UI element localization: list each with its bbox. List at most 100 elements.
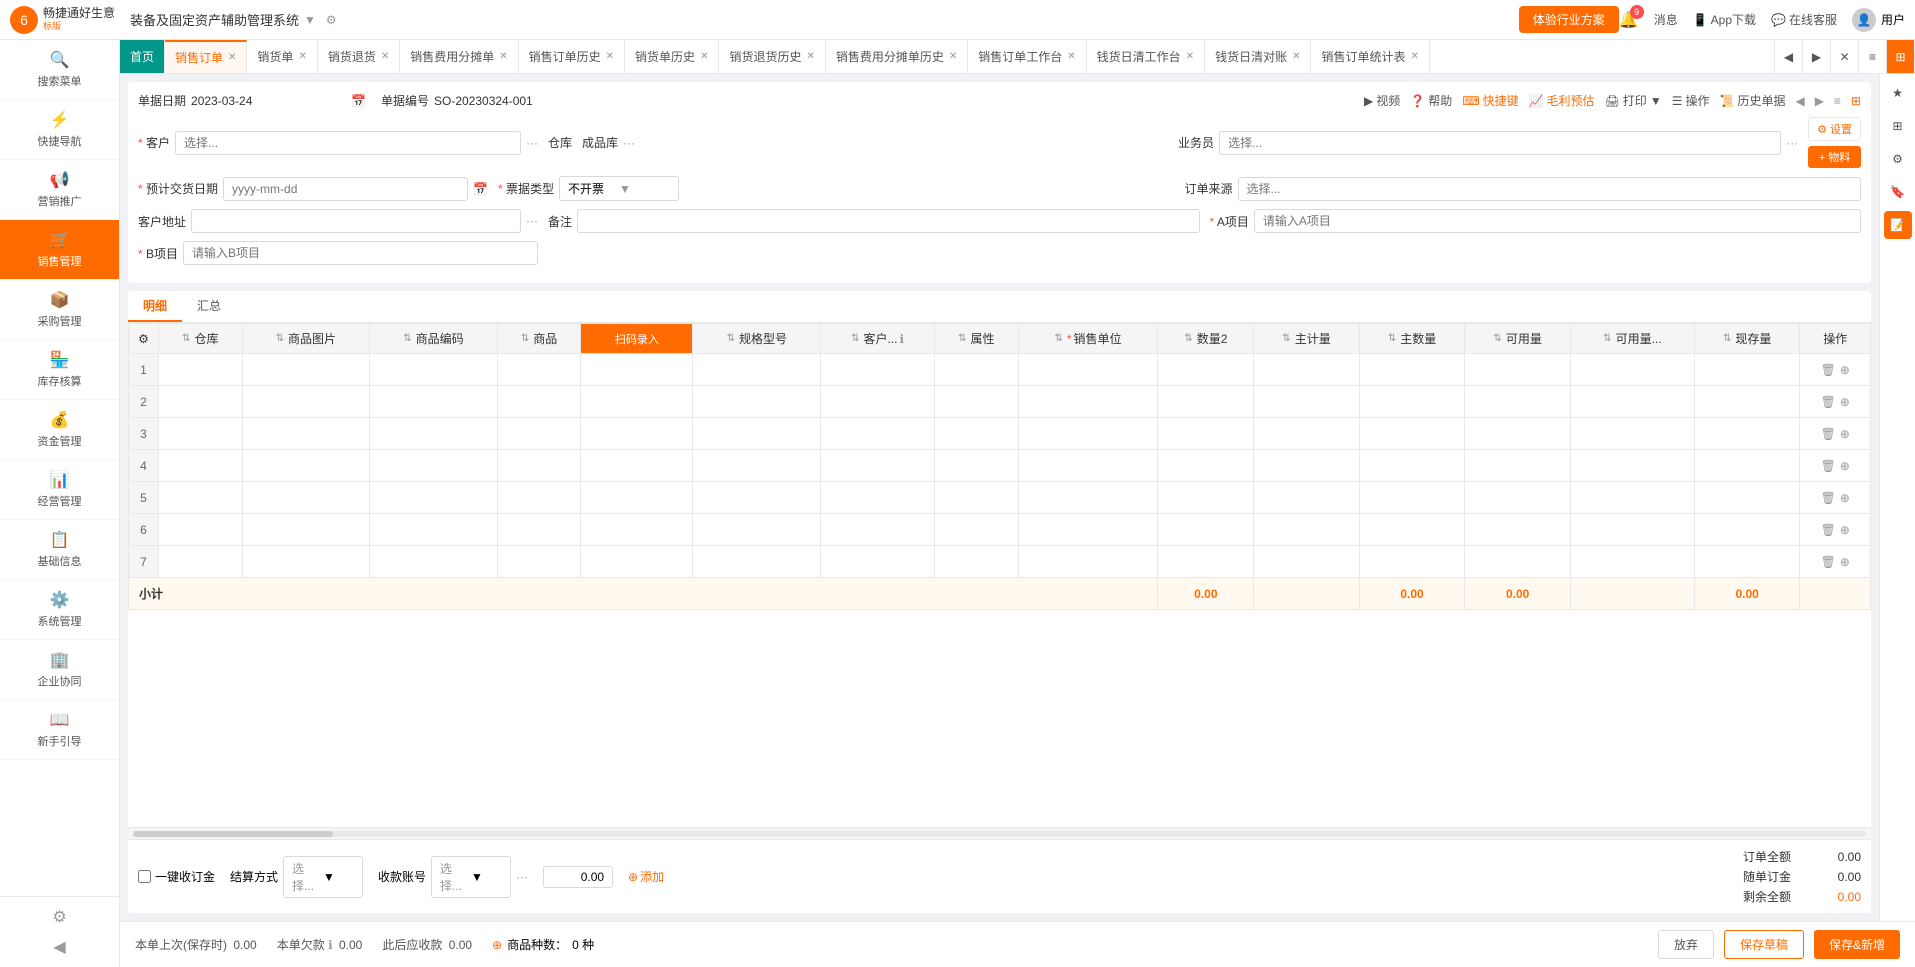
row-5-main-qty[interactable] — [1359, 482, 1465, 514]
tab-close-return-goods[interactable]: ✕ — [381, 51, 389, 62]
row-2-available[interactable] — [1465, 386, 1571, 418]
row-1-product-image[interactable] — [242, 354, 370, 386]
row-1-available[interactable] — [1465, 354, 1571, 386]
row-6-scan[interactable] — [581, 514, 693, 546]
row-3-product-image[interactable] — [242, 418, 370, 450]
shortcut-btn[interactable]: ⌨ 快捷键 — [1462, 92, 1518, 109]
row-3-main-qty[interactable] — [1359, 418, 1465, 450]
tab-cash-reconcile[interactable]: 钱货日清对账 ✕ — [1205, 40, 1311, 74]
calendar-icon[interactable]: 📅 — [351, 94, 366, 108]
tab-order-workbench[interactable]: 销售订单工作台 ✕ — [968, 40, 1086, 74]
row-4-delete-icon[interactable]: 🗑 — [1821, 459, 1836, 473]
row-7-copy-icon[interactable]: ⊕ — [1840, 555, 1850, 569]
sidebar-item-finance[interactable]: 💰 资金管理 — [0, 400, 119, 460]
current-stock-sort-icon[interactable]: ⇅ — [1723, 333, 1731, 344]
row-5-attribute[interactable] — [935, 482, 1019, 514]
row-7-qty2[interactable] — [1158, 546, 1254, 578]
row-2-current-stock[interactable] — [1694, 386, 1800, 418]
account-dots[interactable]: ··· — [516, 870, 528, 884]
list-view-icon[interactable]: ≡ — [1834, 94, 1841, 108]
row-7-sales-unit[interactable] — [1018, 546, 1158, 578]
customer-code-sort-icon[interactable]: ⇅ — [851, 333, 859, 344]
row-7-product-image[interactable] — [242, 546, 370, 578]
row-2-available2[interactable] — [1570, 386, 1694, 418]
right-panel-icon-1[interactable]: ★ — [1884, 79, 1912, 107]
row-4-scan[interactable] — [581, 450, 693, 482]
app-download-btn[interactable]: 📱 App下载 — [1693, 11, 1756, 28]
tab-sales-order[interactable]: 销售订单 ✕ — [165, 40, 247, 74]
row-2-product-code[interactable] — [370, 386, 498, 418]
row-6-spec[interactable] — [693, 514, 821, 546]
row-2-scan[interactable] — [581, 386, 693, 418]
customer-input[interactable] — [175, 131, 521, 155]
row-5-available[interactable] — [1465, 482, 1571, 514]
scan-btn[interactable]: 扫码录入 — [609, 329, 665, 349]
tab-close-sales-summary[interactable]: ✕ — [1411, 51, 1419, 62]
row-4-attribute[interactable] — [935, 450, 1019, 482]
row-5-product-code[interactable] — [370, 482, 498, 514]
tab-close-cash-reconcile[interactable]: ✕ — [1292, 51, 1300, 62]
sidebar-item-purchase[interactable]: 📦 采购管理 — [0, 280, 119, 340]
user-area[interactable]: 👤 用户 — [1852, 8, 1905, 32]
row-6-warehouse[interactable] — [159, 514, 243, 546]
tab-close-fee-split[interactable]: ✕ — [499, 51, 507, 62]
row-7-main-unit[interactable] — [1254, 546, 1360, 578]
add-material-btn[interactable]: + 物料 — [1808, 146, 1861, 168]
sidebar-item-guide[interactable]: 📖 新手引导 — [0, 700, 119, 760]
customer-code-info-icon[interactable]: ℹ — [899, 332, 904, 346]
sales-unit-sort-icon[interactable]: ⇅ — [1054, 333, 1062, 344]
row-1-customer-code[interactable] — [821, 354, 935, 386]
row-4-spec[interactable] — [693, 450, 821, 482]
customer-dots[interactable]: ··· — [526, 136, 538, 150]
online-service-btn[interactable]: 💬 在线客服 — [1771, 11, 1837, 28]
a-project-input[interactable] — [1254, 209, 1861, 233]
row-2-customer-code[interactable] — [821, 386, 935, 418]
row-2-main-qty[interactable] — [1359, 386, 1465, 418]
row-4-product-image[interactable] — [242, 450, 370, 482]
tab-close-sales-order[interactable]: ✕ — [228, 52, 236, 63]
row-4-main-qty[interactable] — [1359, 450, 1465, 482]
row-4-current-stock[interactable] — [1694, 450, 1800, 482]
view-btn[interactable]: ▶ 视频 — [1364, 92, 1400, 109]
tab-prev-btn[interactable]: ◀ — [1775, 40, 1803, 74]
row-5-customer-code[interactable] — [821, 482, 935, 514]
row-1-delete-icon[interactable]: 🗑 — [1821, 363, 1836, 377]
tab-order-history[interactable]: 销售订单历史 ✕ — [519, 40, 625, 74]
tab-summary[interactable]: 汇总 — [182, 291, 236, 322]
tab-fee-split[interactable]: 销售费用分摊单 ✕ — [400, 40, 518, 74]
row-6-sales-unit[interactable] — [1018, 514, 1158, 546]
right-panel-icon-2[interactable]: ⊞ — [1884, 112, 1912, 140]
row-2-copy-icon[interactable]: ⊕ — [1840, 395, 1850, 409]
nav-next-icon[interactable]: ▶ — [1815, 94, 1824, 108]
save-draft-btn[interactable]: 保存草稿 — [1724, 930, 1804, 959]
row-4-main-unit[interactable] — [1254, 450, 1360, 482]
grid-view-icon[interactable]: ⊞ — [1851, 94, 1861, 108]
tab-menu-btn[interactable]: ≡ — [1859, 40, 1887, 74]
sidebar-collapse-icon[interactable]: ◀ — [53, 937, 65, 957]
row-3-available2[interactable] — [1570, 418, 1694, 450]
tab-next-btn[interactable]: ▶ — [1803, 40, 1831, 74]
b-project-input[interactable] — [183, 241, 538, 265]
warehouse-sort-icon[interactable]: ⇅ — [182, 333, 190, 344]
row-5-spec[interactable] — [693, 482, 821, 514]
row-7-customer-code[interactable] — [821, 546, 935, 578]
tab-invoice-history[interactable]: 销货单历史 ✕ — [625, 40, 719, 74]
row-3-attribute[interactable] — [935, 418, 1019, 450]
row-1-scan[interactable] — [581, 354, 693, 386]
order-source-input[interactable] — [1238, 177, 1861, 201]
row-3-sales-unit[interactable] — [1018, 418, 1158, 450]
row-2-delete-icon[interactable]: 🗑 — [1821, 395, 1836, 409]
tab-close-invoice-history[interactable]: ✕ — [700, 51, 708, 62]
tab-close-fee-split-history[interactable]: ✕ — [949, 51, 957, 62]
tab-home[interactable]: 首页 — [120, 40, 165, 74]
sidebar-item-sales[interactable]: 🛒 销售管理 — [0, 220, 119, 280]
row-7-attribute[interactable] — [935, 546, 1019, 578]
save-new-btn[interactable]: 保存&新增 — [1814, 930, 1900, 959]
right-panel-icon-4[interactable]: 🔖 — [1884, 178, 1912, 206]
row-1-spec[interactable] — [693, 354, 821, 386]
discard-btn[interactable]: 放弃 — [1658, 930, 1714, 959]
row-7-warehouse[interactable] — [159, 546, 243, 578]
nav-prev-icon[interactable]: ◀ — [1795, 94, 1804, 108]
account-select[interactable]: 选择... ▼ — [431, 856, 511, 898]
row-7-main-qty[interactable] — [1359, 546, 1465, 578]
